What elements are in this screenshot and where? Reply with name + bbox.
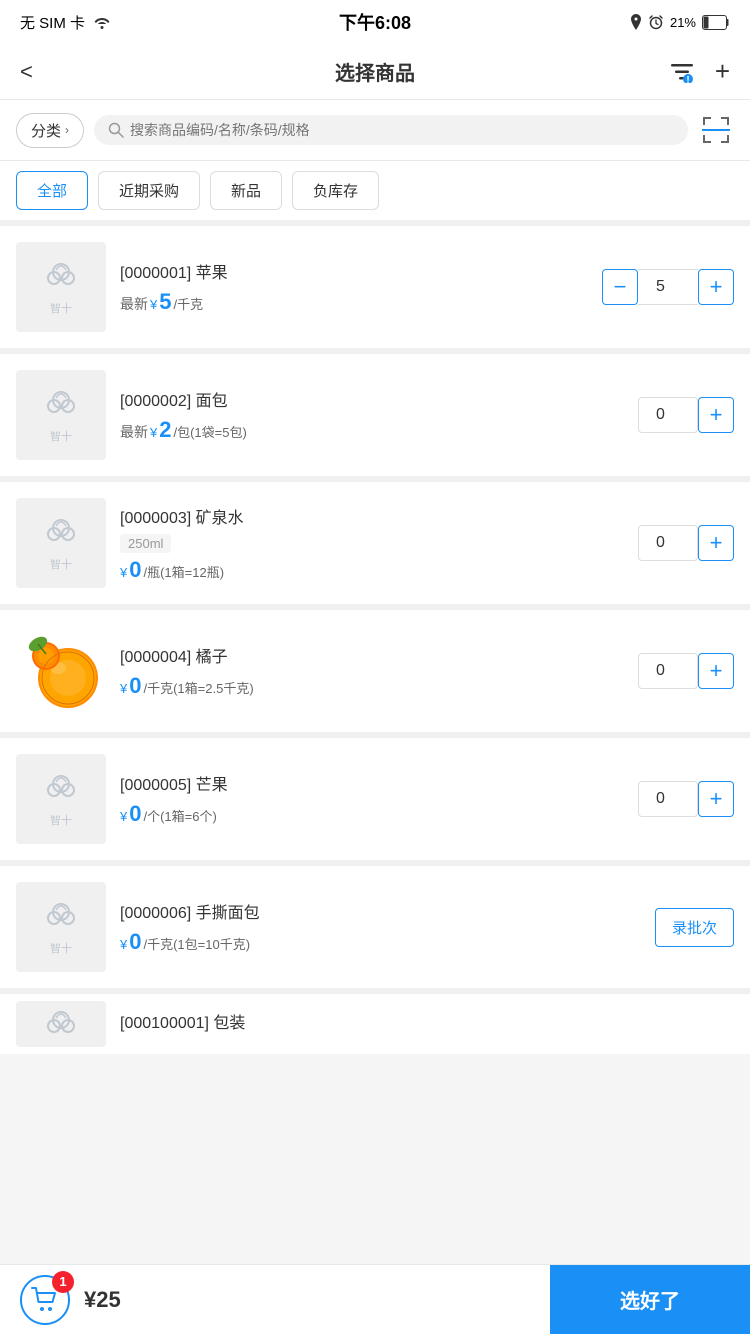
nav-left: < (20, 59, 33, 85)
list-item: 智十 [0000003] 矿泉水 250ml ¥ 0 /瓶(1箱=12瓶) + (0, 482, 750, 604)
status-right: 21% (630, 14, 730, 30)
scan-icon (701, 115, 731, 145)
product-image-orange (16, 626, 106, 716)
quantity-control: + (638, 781, 734, 817)
product-name: [0000005] 芒果 (120, 771, 624, 795)
quantity-input[interactable] (638, 397, 698, 433)
chevron-right-icon: › (65, 123, 69, 137)
tab-recent[interactable]: 近期采购 (98, 171, 200, 210)
carrier-label: 无 SIM 卡 (20, 12, 85, 33)
product-name: [0000001] 苹果 (120, 259, 588, 283)
product-image-placeholder: 智十 (16, 370, 106, 460)
alarm-icon (648, 14, 664, 30)
product-info: [0000005] 芒果 ¥ 0 /个(1箱=6个) (120, 771, 624, 827)
list-item: 智十 [0000005] 芒果 ¥ 0 /个(1箱=6个) + (0, 738, 750, 860)
product-name: [0000003] 矿泉水 (120, 504, 624, 528)
scan-button[interactable] (698, 112, 734, 148)
status-bar: 无 SIM 卡 下午6:08 21% (0, 0, 750, 44)
wifi-icon (93, 15, 111, 29)
filter-button[interactable]: ! (669, 61, 695, 83)
quantity-control: + (638, 525, 734, 561)
product-info: [0000004] 橘子 ¥ 0 /千克(1箱=2.5千克) (120, 643, 624, 699)
tab-negative[interactable]: 负库存 (292, 171, 379, 210)
cart-icon-wrap: 1 (20, 1275, 70, 1325)
quantity-input[interactable] (638, 269, 698, 305)
quantity-input[interactable] (638, 781, 698, 817)
increment-button[interactable]: + (698, 781, 734, 817)
product-name: [000100001] 包装 (120, 1009, 734, 1033)
list-item: 智十 [0000002] 面包 最新 ¥ 2 /包(1袋=5包) + (0, 354, 750, 476)
status-time: 下午6:08 (339, 9, 411, 35)
nav-right: ! + (669, 56, 730, 87)
increment-button[interactable]: + (698, 269, 734, 305)
bottom-bar: 1 ¥25 选好了 (0, 1264, 750, 1334)
search-box (94, 115, 688, 145)
product-info: [0000003] 矿泉水 250ml ¥ 0 /瓶(1箱=12瓶) (120, 504, 624, 583)
toolbar: 分类 › (0, 100, 750, 161)
quantity-control: + (638, 397, 734, 433)
list-item: [0000004] 橘子 ¥ 0 /千克(1箱=2.5千克) + (0, 610, 750, 732)
product-info: [0000006] 手撕面包 ¥ 0 /千克(1包=10千克) (120, 899, 641, 955)
product-price: ¥ 0 /个(1箱=6个) (120, 801, 624, 827)
status-left: 无 SIM 卡 (20, 12, 111, 33)
quantity-control: − + (602, 269, 734, 305)
batch-button[interactable]: 录批次 (655, 908, 734, 947)
tab-all[interactable]: 全部 (16, 171, 88, 210)
svg-text:!: ! (686, 75, 689, 83)
product-price: 最新 ¥ 2 /包(1袋=5包) (120, 417, 624, 443)
category-label: 分类 (31, 120, 61, 141)
product-image-placeholder: 智十 (16, 242, 106, 332)
search-input[interactable] (130, 122, 674, 138)
list-item: 智十 [0000006] 手撕面包 ¥ 0 /千克(1包=10千克) 录批次 (0, 866, 750, 988)
cart-icon (31, 1287, 59, 1313)
product-image-placeholder: 智十 (16, 882, 106, 972)
battery-icon (702, 15, 730, 30)
product-price: ¥ 0 /千克(1包=10千克) (120, 929, 641, 955)
product-price: ¥ 0 /千克(1箱=2.5千克) (120, 673, 624, 699)
category-button[interactable]: 分类 › (16, 113, 84, 148)
search-icon (108, 122, 124, 138)
product-info: [000100001] 包装 (120, 1009, 734, 1039)
product-list: 智十 [0000001] 苹果 最新 ¥ 5 /千克 − + 智十 [00000… (0, 226, 750, 1054)
tab-new[interactable]: 新品 (210, 171, 282, 210)
product-price: ¥ 0 /瓶(1箱=12瓶) (120, 557, 624, 583)
decrement-button[interactable]: − (602, 269, 638, 305)
location-icon (630, 14, 642, 30)
product-image-placeholder: 智十 (16, 754, 106, 844)
product-price: 最新 ¥ 5 /千克 (120, 289, 588, 315)
product-info: [0000001] 苹果 最新 ¥ 5 /千克 (120, 259, 588, 315)
back-button[interactable]: < (20, 59, 33, 85)
quantity-control: + (638, 653, 734, 689)
product-spec: 250ml (120, 534, 171, 553)
battery-percentage: 21% (670, 15, 696, 30)
nav-bar: < 选择商品 ! + (0, 44, 750, 100)
list-item: 智十 [0000001] 苹果 最新 ¥ 5 /千克 − + (0, 226, 750, 348)
product-name: [0000006] 手撕面包 (120, 899, 641, 923)
product-name: [0000002] 面包 (120, 387, 624, 411)
cart-badge: 1 (52, 1271, 74, 1293)
increment-button[interactable]: + (698, 397, 734, 433)
quantity-input[interactable] (638, 653, 698, 689)
increment-button[interactable]: + (698, 653, 734, 689)
quantity-input[interactable] (638, 525, 698, 561)
increment-button[interactable]: + (698, 525, 734, 561)
product-name: [0000004] 橘子 (120, 643, 624, 667)
product-info: [0000002] 面包 最新 ¥ 2 /包(1袋=5包) (120, 387, 624, 443)
cart-section: 1 ¥25 (0, 1275, 550, 1325)
product-image-placeholder (16, 1001, 106, 1047)
add-button[interactable]: + (715, 56, 730, 87)
list-item: [000100001] 包装 (0, 994, 750, 1054)
cart-total: ¥25 (84, 1287, 121, 1313)
page-title: 选择商品 (335, 57, 415, 86)
product-image-placeholder: 智十 (16, 498, 106, 588)
tab-bar: 全部 近期采购 新品 负库存 (0, 161, 750, 226)
confirm-button[interactable]: 选好了 (550, 1265, 750, 1334)
filter-icon: ! (669, 61, 695, 83)
